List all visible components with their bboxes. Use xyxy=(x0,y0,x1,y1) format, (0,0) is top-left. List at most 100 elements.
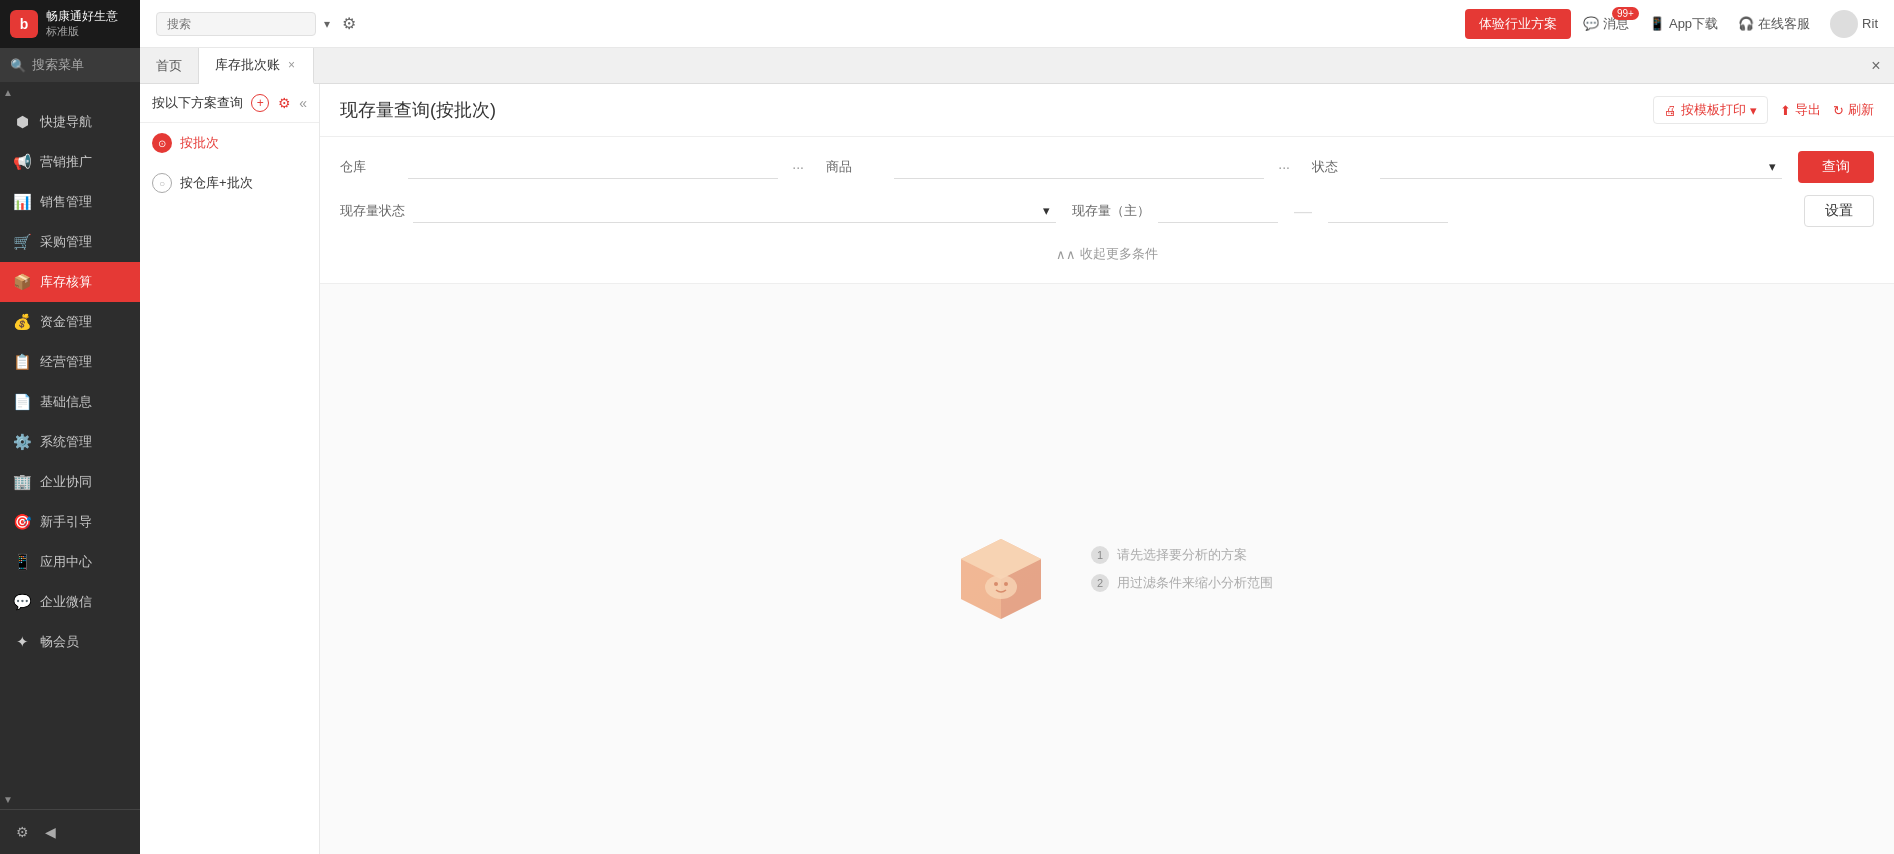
add-scheme-btn[interactable]: + xyxy=(251,94,269,112)
user-profile-btn[interactable]: Rit xyxy=(1830,10,1878,38)
panel-collapse-btn[interactable]: « xyxy=(299,95,307,111)
goods-more-icon[interactable]: ··· xyxy=(1272,157,1296,177)
sidebar-item-app-center[interactable]: 📱 应用中心 xyxy=(0,542,140,582)
scheme-by-batch[interactable]: ⊙ 按批次 xyxy=(140,123,319,163)
search-menu[interactable]: 🔍 搜索菜单 xyxy=(0,48,140,82)
page-header-actions: 🖨 按模板打印 ▾ ⬆ 导出 ↻ 刷新 xyxy=(1653,96,1874,124)
sidebar-item-membership[interactable]: ✦ 畅会员 xyxy=(0,622,140,662)
sidebar-item-label: 销售管理 xyxy=(40,193,92,211)
status-label: 状态 xyxy=(1312,158,1372,176)
collapse-label: 收起更多条件 xyxy=(1080,245,1158,263)
tip-text-1: 请先选择要分析的方案 xyxy=(1117,546,1247,564)
messages-btn[interactable]: 💬 消息 99+ xyxy=(1583,15,1629,33)
page-header: 现存量查询(按批次) 🖨 按模板打印 ▾ ⬆ 导出 ↻ 刷新 xyxy=(320,84,1894,137)
goods-input[interactable] xyxy=(894,155,1264,179)
experience-btn[interactable]: 体验行业方案 xyxy=(1465,9,1571,39)
user-name: Rit xyxy=(1862,16,1878,31)
warehouse-label: 仓库 xyxy=(340,158,400,176)
online-service-label: 在线客服 xyxy=(1758,15,1810,33)
tab-bar: 首页 库存批次账 × × xyxy=(140,48,1894,84)
sidebar-item-purchase[interactable]: 🛒 采购管理 xyxy=(0,222,140,262)
sidebar-item-quick-nav[interactable]: ⬢ 快捷导航 xyxy=(0,102,140,142)
sidebar-item-sales[interactable]: 📊 销售管理 xyxy=(0,182,140,222)
warehouse-input[interactable] xyxy=(408,155,778,179)
topbar-search-input[interactable] xyxy=(156,12,316,36)
export-btn[interactable]: ⬆ 导出 xyxy=(1780,101,1821,119)
filter-row-1: 仓库 ··· 商品 ··· 状态 ▾ xyxy=(340,151,1874,183)
sidebar-item-label: 快捷导航 xyxy=(40,113,92,131)
scheme-settings-btn[interactable]: ⚙ xyxy=(275,94,293,112)
status-select[interactable]: ▾ xyxy=(1380,155,1782,179)
goods-label: 商品 xyxy=(826,158,886,176)
inventory-status-label: 现存量状态 xyxy=(340,202,405,220)
sidebar-item-enterprise-wechat[interactable]: 💬 企业微信 xyxy=(0,582,140,622)
messages-badge: 99+ xyxy=(1612,7,1639,20)
headset-icon: 🎧 xyxy=(1738,16,1754,31)
sidebar-item-label: 新手引导 xyxy=(40,513,92,531)
print-dropdown-icon[interactable]: ▾ xyxy=(1750,103,1757,118)
export-icon: ⬆ xyxy=(1780,103,1791,118)
right-content: 现存量查询(按批次) 🖨 按模板打印 ▾ ⬆ 导出 ↻ 刷新 xyxy=(320,84,1894,854)
home-tab-label: 首页 xyxy=(156,57,182,75)
collapse-sidebar-icon[interactable]: ◀ xyxy=(41,820,60,844)
sidebar-item-label: 基础信息 xyxy=(40,393,92,411)
app-center-icon: 📱 xyxy=(12,552,32,572)
topbar-dropdown-icon[interactable]: ▾ xyxy=(324,17,330,31)
svg-point-5 xyxy=(985,575,1017,599)
sidebar-item-marketing[interactable]: 📢 营销推广 xyxy=(0,142,140,182)
sidebar-nav: ⬢ 快捷导航 📢 营销推广 📊 销售管理 🛒 采购管理 📦 库存核算 💰 资金管… xyxy=(0,102,140,789)
sidebar-item-new-user[interactable]: 🎯 新手引导 xyxy=(0,502,140,542)
sidebar-item-finance[interactable]: 💰 资金管理 xyxy=(0,302,140,342)
sidebar-item-enterprise[interactable]: 🏢 企业协同 xyxy=(0,462,140,502)
inventory-main-from[interactable] xyxy=(1158,199,1278,223)
inventory-main-to[interactable] xyxy=(1328,199,1448,223)
tab-close-icon[interactable]: × xyxy=(286,56,297,74)
app-download-btn[interactable]: 📱 App下载 xyxy=(1649,15,1718,33)
empty-illustration xyxy=(941,509,1061,629)
filter-inventory-status: 现存量状态 ▾ xyxy=(340,199,1056,223)
warehouse-more-icon[interactable]: ··· xyxy=(786,157,810,177)
sidebar-item-basic-info[interactable]: 📄 基础信息 xyxy=(0,382,140,422)
sidebar: b 畅康通好生意 标准版 🔍 搜索菜单 ▲ ⬢ 快捷导航 📢 营销推广 📊 销售… xyxy=(0,0,140,854)
purchase-icon: 🛒 xyxy=(12,232,32,252)
query-button[interactable]: 查询 xyxy=(1798,151,1874,183)
avatar xyxy=(1830,10,1858,38)
inventory-status-select[interactable]: ▾ xyxy=(413,199,1056,223)
sidebar-scroll-down[interactable]: ▼ xyxy=(0,789,16,809)
main-area: ▾ ⚙ 体验行业方案 💬 消息 99+ 📱 App下载 🎧 在线客服 Rit xyxy=(140,0,1894,854)
print-btn[interactable]: 🖨 按模板打印 ▾ xyxy=(1653,96,1768,124)
online-service-btn[interactable]: 🎧 在线客服 xyxy=(1738,15,1810,33)
scheme-by-warehouse-batch[interactable]: ○ 按仓库+批次 xyxy=(140,163,319,203)
page-content: 按以下方案查询 + ⚙ « ⊙ 按批次 ○ 按仓库+批次 现存量查询(按批次) xyxy=(140,84,1894,854)
svg-point-6 xyxy=(994,582,998,586)
tab-home[interactable]: 首页 xyxy=(140,48,199,84)
app-logo: b xyxy=(10,10,38,38)
settings-icon[interactable]: ⚙ xyxy=(12,820,33,844)
refresh-btn[interactable]: ↻ 刷新 xyxy=(1833,101,1874,119)
empty-state: 1 请先选择要分析的方案 2 用过滤条件来缩小分析范围 xyxy=(320,284,1894,854)
operations-icon: 📋 xyxy=(12,352,32,372)
tab-bar-close-btn[interactable]: × xyxy=(1858,48,1894,84)
left-panel-actions: + ⚙ « xyxy=(251,94,307,112)
settings-button[interactable]: 设置 xyxy=(1804,195,1874,227)
finance-icon: 💰 xyxy=(12,312,32,332)
app-download-label: App下载 xyxy=(1669,15,1718,33)
collapse-up-icon: ∧∧ xyxy=(1056,247,1076,262)
tip-item-2: 2 用过滤条件来缩小分析范围 xyxy=(1091,574,1273,592)
sidebar-scroll-up[interactable]: ▲ xyxy=(0,82,16,102)
range-separator: — xyxy=(1294,201,1312,222)
tab-inventory-batch[interactable]: 库存批次账 × xyxy=(199,48,314,84)
sidebar-item-label: 采购管理 xyxy=(40,233,92,251)
scheme-inactive-icon: ○ xyxy=(152,173,172,193)
sidebar-item-system[interactable]: ⚙️ 系统管理 xyxy=(0,422,140,462)
sidebar-item-label: 应用中心 xyxy=(40,553,92,571)
sidebar-item-inventory[interactable]: 📦 库存核算 xyxy=(0,262,140,302)
active-tab-label: 库存批次账 xyxy=(215,56,280,74)
refresh-label: 刷新 xyxy=(1848,101,1874,119)
topbar-settings-icon[interactable]: ⚙ xyxy=(338,10,360,37)
collapse-conditions-btn[interactable]: ∧∧ 收起更多条件 xyxy=(340,239,1874,269)
sidebar-item-operations[interactable]: 📋 经营管理 xyxy=(0,342,140,382)
basic-info-icon: 📄 xyxy=(12,392,32,412)
filter-status: 状态 ▾ xyxy=(1312,155,1782,179)
status-dropdown-icon: ▾ xyxy=(1769,159,1776,174)
